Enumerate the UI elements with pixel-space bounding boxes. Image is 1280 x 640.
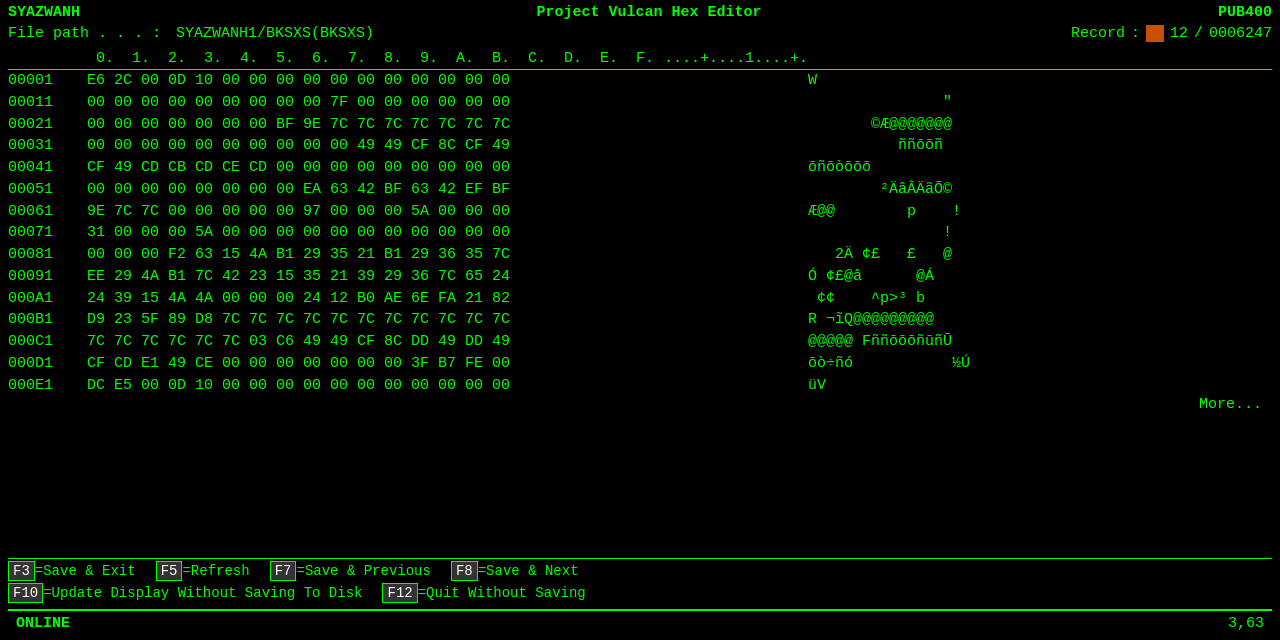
key-combo: F12=Quit Without Saving — [382, 583, 585, 603]
key-box[interactable]: F5 — [156, 561, 183, 581]
key-label: =Update Display Without Saving To Disk — [43, 585, 362, 601]
key-label: =Refresh — [182, 563, 249, 579]
row-ascii: 2Ä ¢£ £ @ — [798, 244, 952, 266]
row-ascii: @@@@@ FññōōōñūñŨ — [798, 331, 952, 353]
row-ascii: ōò÷ñó ½Ú — [798, 353, 970, 375]
row-hex: 9E 7C 7C 00 00 00 00 00 97 00 00 00 5A 0… — [78, 201, 798, 223]
row-address: 00001 — [8, 70, 78, 92]
row-address: 000E1 — [8, 375, 78, 397]
row-ascii: ! — [798, 222, 952, 244]
row-hex: 00 00 00 00 00 00 00 00 00 00 49 49 CF 8… — [78, 135, 798, 157]
key-box[interactable]: F7 — [270, 561, 297, 581]
row-ascii: R ¬ĩQ@@@@@@@@@ — [798, 309, 934, 331]
table-row: 00011 00 00 00 00 00 00 00 00 00 7F 00 0… — [8, 92, 1272, 114]
table-row: 000E1 DC E5 00 0D 10 00 00 00 00 00 00 0… — [8, 375, 1272, 397]
key-combo: F3=Save & Exit — [8, 561, 136, 581]
key-combo: F5=Refresh — [156, 561, 250, 581]
record-label: Record — [1071, 25, 1125, 42]
key-box[interactable]: F8 — [451, 561, 478, 581]
table-row: 000A1 24 39 15 4A 4A 00 00 00 24 12 B0 A… — [8, 288, 1272, 310]
table-row: 00001 E6 2C 00 0D 10 00 00 00 00 00 00 0… — [8, 70, 1272, 92]
table-row: 00061 9E 7C 7C 00 00 00 00 00 97 00 00 0… — [8, 201, 1272, 223]
key-label: =Quit Without Saving — [418, 585, 586, 601]
row-ascii: ōñōòōōō — [798, 157, 871, 179]
row-hex: DC E5 00 0D 10 00 00 00 00 00 00 00 00 0… — [78, 375, 798, 397]
row-ascii: üV — [798, 375, 826, 397]
table-row: 00051 00 00 00 00 00 00 00 00 EA 63 42 B… — [8, 179, 1272, 201]
record-colon: : — [1131, 25, 1140, 42]
table-row: 00071 31 00 00 00 5A 00 00 00 00 00 00 0… — [8, 222, 1272, 244]
row-hex: E6 2C 00 0D 10 00 00 00 00 00 00 00 00 0… — [78, 70, 798, 92]
row-address: 00041 — [8, 157, 78, 179]
table-row: 00081 00 00 00 F2 63 15 4A B1 29 35 21 B… — [8, 244, 1272, 266]
file-label: File path . . . : — [8, 25, 161, 42]
row-ascii: " — [798, 92, 952, 114]
row-ascii: Ó ¢£@â @Á — [798, 266, 934, 288]
key-combo: F8=Save & Next — [451, 561, 579, 581]
file-path: SYAZWANH1/BKSXS(BKSXS) — [176, 25, 374, 42]
row-hex: 00 00 00 00 00 00 00 00 00 7F 00 00 00 0… — [78, 92, 798, 114]
row-address: 00091 — [8, 266, 78, 288]
row-ascii: W — [798, 70, 817, 92]
key-box[interactable]: F10 — [8, 583, 43, 603]
status-position: 3,63 — [1228, 615, 1264, 632]
username: SYAZWANH — [8, 4, 80, 21]
table-row: 00021 00 00 00 00 00 00 00 BF 9E 7C 7C 7… — [8, 114, 1272, 136]
row-ascii: ²ÄâÂÄãÕ© — [798, 179, 952, 201]
row-ascii: ©Æ@@@@@@@ — [798, 114, 952, 136]
ascii-header: ....+....1....+. — [654, 50, 808, 67]
key-label: =Save & Next — [478, 563, 579, 579]
table-row: 000B1 D9 23 5F 89 D8 7C 7C 7C 7C 7C 7C 7… — [8, 309, 1272, 331]
row-ascii: ññōōñ — [798, 135, 943, 157]
row-address: 000C1 — [8, 331, 78, 353]
row-address: 000B1 — [8, 309, 78, 331]
table-row: 000D1 CF CD E1 49 CE 00 00 00 00 00 00 0… — [8, 353, 1272, 375]
row-hex: D9 23 5F 89 D8 7C 7C 7C 7C 7C 7C 7C 7C 7… — [78, 309, 798, 331]
table-row: 00091 EE 29 4A B1 7C 42 23 15 35 21 39 2… — [8, 266, 1272, 288]
row-hex: 7C 7C 7C 7C 7C 7C 03 C6 49 49 CF 8C DD 4… — [78, 331, 798, 353]
record-input[interactable] — [1146, 25, 1164, 42]
row-hex: 00 00 00 F2 63 15 4A B1 29 35 21 B1 29 3… — [78, 244, 798, 266]
record-total: 0006247 — [1209, 25, 1272, 42]
row-hex: 00 00 00 00 00 00 00 BF 9E 7C 7C 7C 7C 7… — [78, 114, 798, 136]
row-hex: CF CD E1 49 CE 00 00 00 00 00 00 00 3F B… — [78, 353, 798, 375]
app-title: Project Vulcan Hex Editor — [536, 4, 761, 21]
table-row: 00031 00 00 00 00 00 00 00 00 00 00 49 4… — [8, 135, 1272, 157]
row-hex: 24 39 15 4A 4A 00 00 00 24 12 B0 AE 6E F… — [78, 288, 798, 310]
hex-col-header: 0. 1. 2. 3. 4. 5. 6. 7. 8. 9. A. B. C. D… — [78, 50, 654, 67]
row-address: 000D1 — [8, 353, 78, 375]
record-current: 12 — [1170, 25, 1188, 42]
more-label: More... — [1199, 396, 1262, 413]
record-separator: / — [1194, 25, 1203, 42]
key-combo: F10=Update Display Without Saving To Dis… — [8, 583, 362, 603]
row-address: 00051 — [8, 179, 78, 201]
row-hex: 00 00 00 00 00 00 00 00 EA 63 42 BF 63 4… — [78, 179, 798, 201]
key-combo: F7=Save & Previous — [270, 561, 431, 581]
row-hex: EE 29 4A B1 7C 42 23 15 35 21 39 29 36 7… — [78, 266, 798, 288]
row-address: 000A1 — [8, 288, 78, 310]
key-label: =Save & Previous — [296, 563, 430, 579]
row-address: 00031 — [8, 135, 78, 157]
row-hex: CF 49 CD CB CD CE CD 00 00 00 00 00 00 0… — [78, 157, 798, 179]
row-address: 00061 — [8, 201, 78, 223]
row-address: 00011 — [8, 92, 78, 114]
row-ascii: ¢¢ ^p>³ b — [798, 288, 925, 310]
row-address: 00021 — [8, 114, 78, 136]
row-address: 00071 — [8, 222, 78, 244]
row-hex: 31 00 00 00 5A 00 00 00 00 00 00 00 00 0… — [78, 222, 798, 244]
key-box[interactable]: F3 — [8, 561, 35, 581]
status-online: ONLINE — [16, 615, 70, 632]
table-row: 000C1 7C 7C 7C 7C 7C 7C 03 C6 49 49 CF 8… — [8, 331, 1272, 353]
system-id: PUB400 — [1218, 4, 1272, 21]
table-row: 00041 CF 49 CD CB CD CE CD 00 00 00 00 0… — [8, 157, 1272, 179]
key-box[interactable]: F12 — [382, 583, 417, 603]
row-address: 00081 — [8, 244, 78, 266]
key-label: =Save & Exit — [35, 563, 136, 579]
row-ascii: Æ@@ p ! — [798, 201, 961, 223]
